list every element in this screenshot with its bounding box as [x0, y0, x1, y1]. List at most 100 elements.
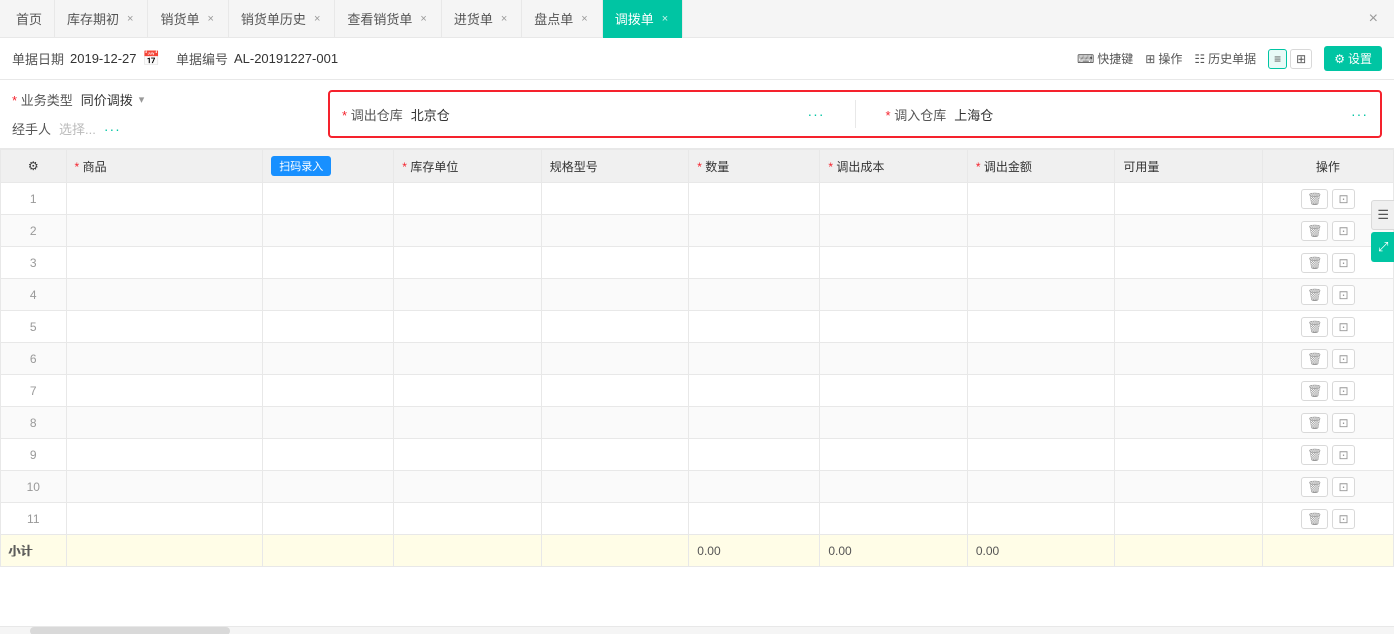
history-action[interactable]: ☷ 历史单据: [1194, 50, 1256, 67]
copy-button[interactable]: ⊡: [1332, 221, 1354, 241]
cost-cell[interactable]: [820, 215, 967, 247]
copy-button[interactable]: ⊡: [1332, 509, 1354, 529]
product-cell[interactable]: [66, 439, 263, 471]
tab-view-sales[interactable]: 查看销货单 ×: [335, 0, 441, 38]
unit-cell[interactable]: [394, 375, 541, 407]
delete-button[interactable]: 🗑: [1301, 285, 1328, 305]
copy-button[interactable]: ⊡: [1332, 285, 1354, 305]
copy-button[interactable]: ⊡: [1332, 381, 1354, 401]
unit-cell[interactable]: [394, 439, 541, 471]
product-cell[interactable]: [66, 407, 263, 439]
delete-button[interactable]: 🗑: [1301, 253, 1328, 273]
business-type-select[interactable]: 同价调拨 ▾: [81, 90, 145, 109]
delete-button[interactable]: 🗑: [1301, 189, 1328, 209]
delete-button[interactable]: 🗑: [1301, 477, 1328, 497]
unit-cell[interactable]: [394, 503, 541, 535]
delete-button[interactable]: 🗑: [1301, 381, 1328, 401]
cost-cell[interactable]: [820, 471, 967, 503]
amount-cell[interactable]: [967, 183, 1114, 215]
qty-cell[interactable]: [689, 439, 820, 471]
cost-cell[interactable]: [820, 439, 967, 471]
spec-cell[interactable]: [541, 407, 688, 439]
spec-cell[interactable]: [541, 183, 688, 215]
qty-cell[interactable]: [689, 247, 820, 279]
operations-action[interactable]: ⊞ 操作: [1145, 50, 1182, 67]
spec-cell[interactable]: [541, 279, 688, 311]
spec-cell[interactable]: [541, 343, 688, 375]
cost-cell[interactable]: [820, 183, 967, 215]
delete-button[interactable]: 🗑: [1301, 413, 1328, 433]
cost-cell[interactable]: [820, 247, 967, 279]
transfer-in-more-button[interactable]: ···: [1351, 106, 1368, 122]
amount-cell[interactable]: [967, 503, 1114, 535]
cost-cell[interactable]: [820, 503, 967, 535]
amount-cell[interactable]: [967, 215, 1114, 247]
cost-cell[interactable]: [820, 375, 967, 407]
product-cell[interactable]: [66, 503, 263, 535]
tab-home[interactable]: 首页: [4, 0, 55, 38]
qty-cell[interactable]: [689, 503, 820, 535]
amount-cell[interactable]: [967, 311, 1114, 343]
scrollbar-thumb[interactable]: [30, 627, 230, 634]
spec-cell[interactable]: [541, 311, 688, 343]
copy-button[interactable]: ⊡: [1332, 413, 1354, 433]
settings-button[interactable]: ⚙ 设置: [1324, 46, 1382, 71]
product-cell[interactable]: [66, 247, 263, 279]
tab-sales-order[interactable]: 销货单 ×: [148, 0, 228, 38]
handler-input[interactable]: 选择...: [59, 119, 96, 138]
tab-inventory-initial[interactable]: 库存期初 ×: [55, 0, 148, 38]
unit-cell[interactable]: [394, 215, 541, 247]
tab-purchase[interactable]: 进货单 ×: [442, 0, 522, 38]
cost-cell[interactable]: [820, 279, 967, 311]
amount-cell[interactable]: [967, 247, 1114, 279]
scan-button[interactable]: 扫码录入: [271, 156, 331, 176]
amount-cell[interactable]: [967, 439, 1114, 471]
grid-view-button[interactable]: ⊞: [1290, 49, 1312, 69]
unit-cell[interactable]: [394, 279, 541, 311]
qty-cell[interactable]: [689, 471, 820, 503]
tab-close-transfer[interactable]: ×: [660, 12, 670, 26]
unit-cell[interactable]: [394, 311, 541, 343]
tab-close-sales-history[interactable]: ×: [312, 12, 322, 26]
product-cell[interactable]: [66, 183, 263, 215]
copy-button[interactable]: ⊡: [1332, 445, 1354, 465]
shortcuts-action[interactable]: ⌨ 快捷键: [1077, 50, 1133, 67]
product-cell[interactable]: [66, 279, 263, 311]
qty-cell[interactable]: [689, 375, 820, 407]
qty-cell[interactable]: [689, 215, 820, 247]
handler-more-button[interactable]: ···: [104, 121, 121, 137]
qty-cell[interactable]: [689, 343, 820, 375]
amount-cell[interactable]: [967, 375, 1114, 407]
window-close-button[interactable]: ×: [1357, 10, 1390, 28]
list-view-button[interactable]: ≡: [1268, 49, 1287, 69]
cost-cell[interactable]: [820, 343, 967, 375]
transfer-out-more-button[interactable]: ···: [808, 106, 825, 122]
product-cell[interactable]: [66, 343, 263, 375]
copy-button[interactable]: ⊡: [1332, 189, 1354, 209]
product-cell[interactable]: [66, 215, 263, 247]
spec-cell[interactable]: [541, 503, 688, 535]
spec-cell[interactable]: [541, 439, 688, 471]
tab-close-purchase[interactable]: ×: [499, 12, 509, 26]
amount-cell[interactable]: [967, 471, 1114, 503]
copy-button[interactable]: ⊡: [1332, 349, 1354, 369]
amount-cell[interactable]: [967, 343, 1114, 375]
copy-button[interactable]: ⊡: [1332, 317, 1354, 337]
qty-cell[interactable]: [689, 279, 820, 311]
tab-close-sales-order[interactable]: ×: [205, 12, 215, 26]
product-cell[interactable]: [66, 471, 263, 503]
delete-button[interactable]: 🗑: [1301, 445, 1328, 465]
side-list-button[interactable]: ☰: [1371, 200, 1394, 230]
horizontal-scrollbar[interactable]: [0, 626, 1394, 634]
delete-button[interactable]: 🗑: [1301, 509, 1328, 529]
product-cell[interactable]: [66, 311, 263, 343]
tab-transfer[interactable]: 调拨单 ×: [603, 0, 683, 38]
product-cell[interactable]: [66, 375, 263, 407]
qty-cell[interactable]: [689, 183, 820, 215]
spec-cell[interactable]: [541, 215, 688, 247]
delete-button[interactable]: 🗑: [1301, 349, 1328, 369]
unit-cell[interactable]: [394, 407, 541, 439]
unit-cell[interactable]: [394, 183, 541, 215]
amount-cell[interactable]: [967, 407, 1114, 439]
side-expand-button[interactable]: ⤢: [1371, 232, 1394, 262]
